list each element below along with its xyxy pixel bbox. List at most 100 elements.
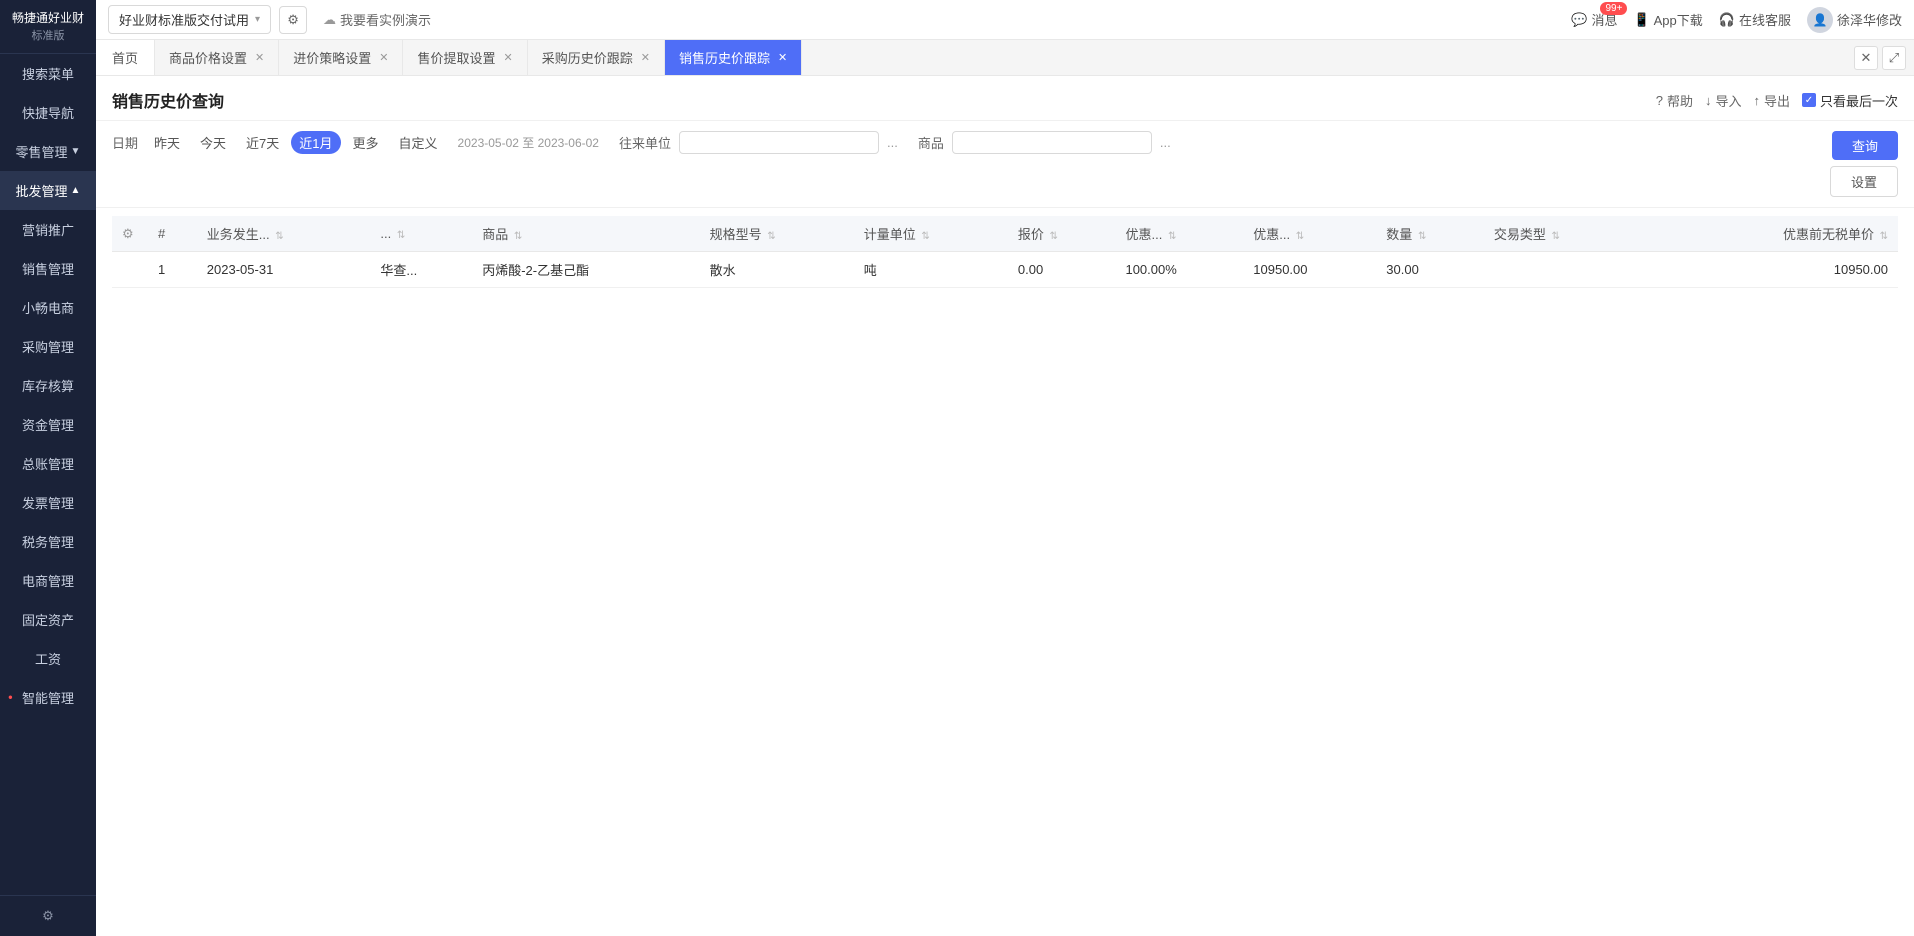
th-discount2[interactable]: 优惠... ⇅ bbox=[1243, 216, 1376, 252]
gear-icon[interactable]: ⚙ bbox=[122, 226, 134, 241]
sidebar-item-salary[interactable]: 工资 bbox=[0, 639, 96, 678]
tabbar-actions: ✕ ⤢ bbox=[1846, 46, 1914, 70]
tab-product-price[interactable]: 商品价格设置 ✕ bbox=[155, 40, 279, 76]
tab-home[interactable]: 首页 bbox=[96, 40, 155, 76]
sidebar-item-purchase[interactable]: 采购管理 bbox=[0, 327, 96, 366]
close-icon: ✕ bbox=[1861, 50, 1872, 66]
online-service-button[interactable]: 🎧 在线客服 bbox=[1719, 10, 1791, 29]
demo-button[interactable]: ☁ 我要看实例演示 bbox=[323, 10, 431, 29]
sort-icon: ⇅ bbox=[1168, 231, 1176, 242]
table-body: 1 2023-05-31 华查... 丙烯酸-2-乙基己酯 散水 吨 0.00 … bbox=[112, 252, 1898, 288]
date-option-today[interactable]: 今天 bbox=[192, 131, 234, 154]
sidebar-item-retail[interactable]: 零售管理 ▼ bbox=[0, 132, 96, 171]
page-title: 销售历史价查询 bbox=[112, 88, 224, 112]
tab-label: 售价提取设置 bbox=[417, 48, 495, 67]
th-spec[interactable]: 规格型号 ⇅ bbox=[700, 216, 854, 252]
cell-pretax-price: 10950.00 bbox=[1674, 252, 1898, 288]
cell-settings bbox=[112, 252, 148, 288]
th-discount1[interactable]: 优惠... ⇅ bbox=[1115, 216, 1243, 252]
date-filter-group: 日期 昨天 今天 近7天 近1月 更多 自定义 2023-05-02 至 202… bbox=[112, 131, 599, 154]
tab-close-icon[interactable]: ✕ bbox=[778, 51, 787, 64]
tab-sale-extract[interactable]: 售价提取设置 ✕ bbox=[403, 40, 527, 76]
tab-close-button[interactable]: ✕ bbox=[1854, 46, 1878, 70]
cell-quantity: 30.00 bbox=[1376, 252, 1484, 288]
tab-purchase-strategy[interactable]: 进价策略设置 ✕ bbox=[279, 40, 403, 76]
date-option-yesterday[interactable]: 昨天 bbox=[146, 131, 188, 154]
product-input[interactable] bbox=[952, 131, 1152, 154]
date-option-custom[interactable]: 自定义 bbox=[391, 131, 446, 154]
export-icon: ↑ bbox=[1753, 93, 1760, 108]
th-seq: # bbox=[148, 216, 197, 252]
topbar-settings-button[interactable]: ⚙ bbox=[279, 6, 307, 34]
sidebar-item-general-ledger[interactable]: 总账管理 bbox=[0, 444, 96, 483]
user-button[interactable]: 👤 徐泽华修改 bbox=[1807, 7, 1902, 33]
sidebar-settings-button[interactable]: ⚙ bbox=[0, 895, 96, 936]
app-download-button[interactable]: 📱 App下载 bbox=[1633, 10, 1702, 29]
page-header-actions: ? 帮助 ↓ 导入 ↑ 导出 ✓ 只看最后一次 bbox=[1656, 91, 1898, 110]
settings-button[interactable]: 设置 bbox=[1830, 166, 1898, 197]
sidebar: 畅捷通好业财 标准版 搜索菜单 快捷导航 零售管理 ▼ 批发管理 ▲ 营销推广 … bbox=[0, 0, 96, 936]
only-last-checkbox[interactable]: ✓ 只看最后一次 bbox=[1802, 91, 1898, 110]
th-settings[interactable]: ⚙ bbox=[112, 216, 148, 252]
messages-button[interactable]: 💬 消息 99+ bbox=[1571, 10, 1617, 29]
cell-trade-type bbox=[1484, 252, 1638, 288]
sidebar-item-inventory[interactable]: 库存核算 bbox=[0, 366, 96, 405]
sidebar-item-tax[interactable]: 税务管理 bbox=[0, 522, 96, 561]
tab-label: 商品价格设置 bbox=[169, 48, 247, 67]
sidebar-item-search[interactable]: 搜索菜单 bbox=[0, 54, 96, 93]
tab-expand-button[interactable]: ⤢ bbox=[1882, 46, 1906, 70]
query-button[interactable]: 查询 bbox=[1832, 131, 1898, 160]
tab-purchase-history[interactable]: 采购历史价跟踪 ✕ bbox=[528, 40, 665, 76]
sidebar-item-quick-nav[interactable]: 快捷导航 bbox=[0, 93, 96, 132]
sidebar-logo: 畅捷通好业财 标准版 bbox=[0, 0, 96, 54]
settings-icon: ⚙ bbox=[42, 908, 54, 923]
th-pretax-price[interactable]: 优惠前无税单价 ⇅ bbox=[1674, 216, 1898, 252]
tab-close-icon[interactable]: ✕ bbox=[504, 51, 513, 64]
date-option-1month[interactable]: 近1月 bbox=[291, 131, 340, 154]
tab-close-icon[interactable]: ✕ bbox=[379, 51, 388, 64]
sidebar-item-ecommerce-small[interactable]: 小畅电商 bbox=[0, 288, 96, 327]
date-option-7days[interactable]: 近7天 bbox=[238, 131, 287, 154]
sidebar-item-smart[interactable]: 智能管理 bbox=[0, 678, 96, 717]
th-product[interactable]: 商品 ⇅ bbox=[472, 216, 699, 252]
sidebar-item-marketing[interactable]: 营销推广 bbox=[0, 210, 96, 249]
checkbox-checked-icon: ✓ bbox=[1802, 93, 1816, 107]
help-button[interactable]: ? 帮助 bbox=[1656, 91, 1693, 110]
version-label: 好业财标准版交付试用 bbox=[119, 10, 249, 29]
expand-icon: ⤢ bbox=[1889, 50, 1899, 66]
date-label: 日期 bbox=[112, 133, 138, 152]
cell-business-date: 2023-05-31 bbox=[197, 252, 371, 288]
tab-close-icon[interactable]: ✕ bbox=[255, 51, 264, 64]
help-icon: ? bbox=[1656, 93, 1663, 108]
phone-icon: 📱 bbox=[1633, 12, 1649, 28]
sort-icon: ⇅ bbox=[1296, 231, 1304, 242]
cloud-icon: ☁ bbox=[323, 12, 336, 28]
sidebar-item-invoice[interactable]: 发票管理 bbox=[0, 483, 96, 522]
sidebar-item-sales[interactable]: 销售管理 bbox=[0, 249, 96, 288]
source-unit-more-icon[interactable]: ... bbox=[887, 135, 898, 150]
cell-discount2: 10950.00 bbox=[1243, 252, 1376, 288]
th-price[interactable]: 报价 ⇅ bbox=[1008, 216, 1116, 252]
source-unit-input[interactable] bbox=[679, 131, 879, 154]
export-button[interactable]: ↑ 导出 bbox=[1753, 91, 1790, 110]
import-button[interactable]: ↓ 导入 bbox=[1705, 91, 1742, 110]
version-selector[interactable]: 好业财标准版交付试用 ▾ bbox=[108, 5, 271, 34]
product-label: 商品 bbox=[918, 133, 944, 152]
logo-title: 畅捷通好业财 bbox=[8, 10, 88, 27]
tab-close-icon[interactable]: ✕ bbox=[641, 51, 650, 64]
sidebar-item-ecommerce[interactable]: 电商管理 bbox=[0, 561, 96, 600]
headset-icon: 🎧 bbox=[1719, 12, 1735, 28]
sidebar-item-fixed-assets[interactable]: 固定资产 bbox=[0, 600, 96, 639]
th-unit[interactable]: 计量单位 ⇅ bbox=[854, 216, 1008, 252]
tab-sale-history[interactable]: 销售历史价跟踪 ✕ bbox=[665, 40, 802, 76]
th-more[interactable]: ... ⇅ bbox=[370, 216, 472, 252]
th-business-date[interactable]: 业务发生... ⇅ bbox=[197, 216, 371, 252]
product-more-icon[interactable]: ... bbox=[1160, 135, 1171, 150]
date-option-more[interactable]: 更多 bbox=[345, 131, 387, 154]
th-trade-type[interactable]: 交易类型 ⇅ bbox=[1484, 216, 1638, 252]
sidebar-item-wholesale[interactable]: 批发管理 ▲ bbox=[0, 171, 96, 210]
sidebar-item-finance[interactable]: 资金管理 bbox=[0, 405, 96, 444]
table-area: ⚙ # 业务发生... ⇅ ... ⇅ 商品 ⇅ bbox=[96, 208, 1914, 296]
th-quantity[interactable]: 数量 ⇅ bbox=[1376, 216, 1484, 252]
cell-discount1: 100.00% bbox=[1115, 252, 1243, 288]
